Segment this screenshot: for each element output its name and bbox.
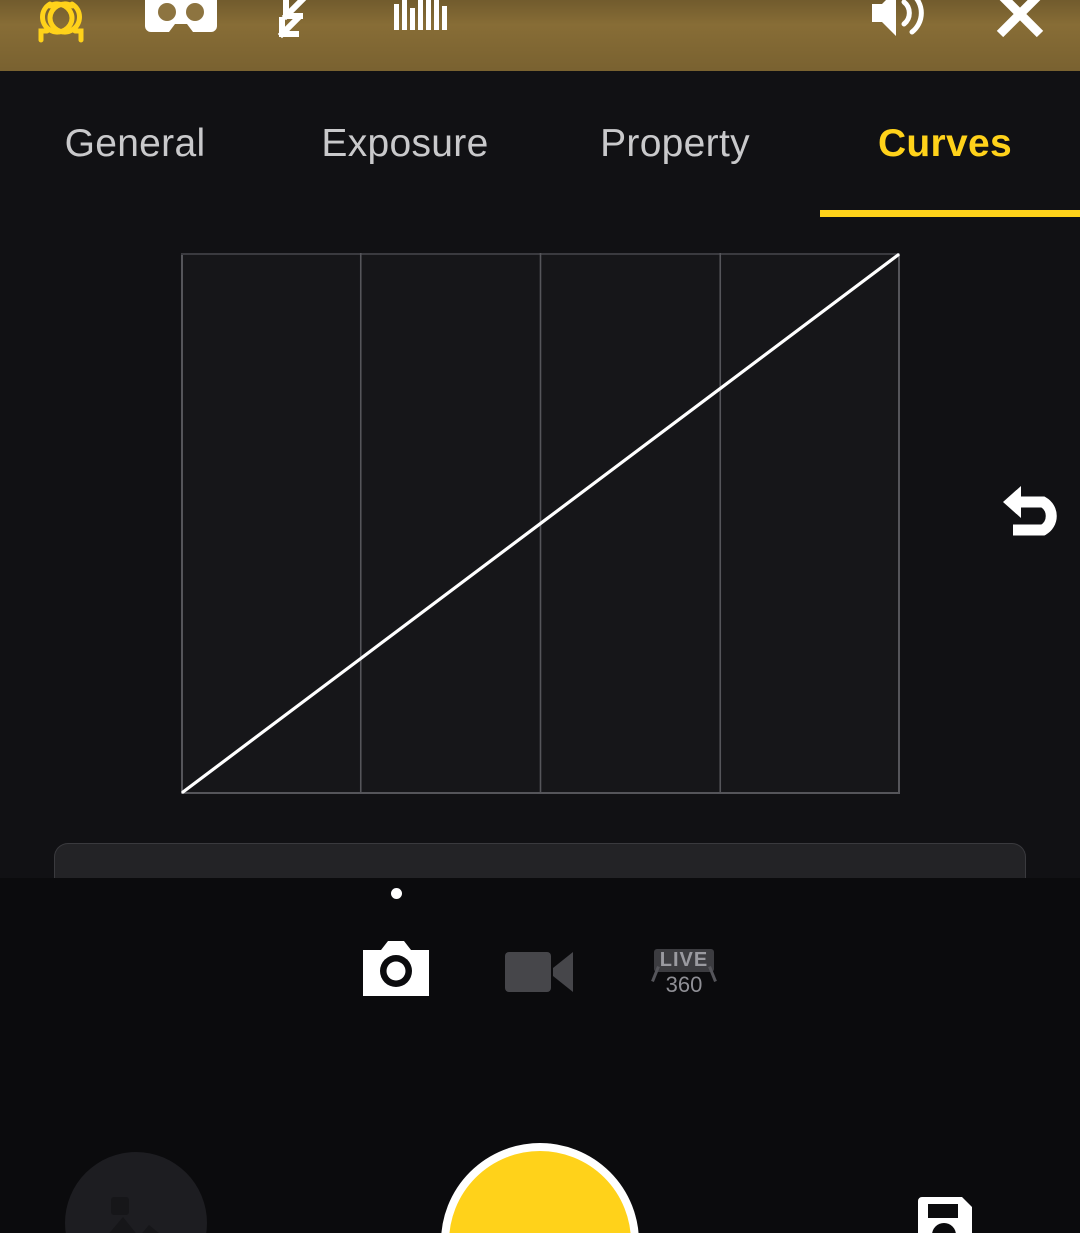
- mode-video-button[interactable]: [475, 886, 605, 996]
- vr-cardboard-icon[interactable]: [145, 0, 217, 44]
- camera-live-preview[interactable]: [0, 0, 1080, 71]
- capture-mode-selector: LIVE 360: [0, 878, 1080, 1000]
- camera-icon: [363, 941, 429, 996]
- shutter-button[interactable]: [441, 1143, 639, 1233]
- live-360-icon: LIVE 360: [653, 949, 715, 996]
- gallery-button[interactable]: [65, 1152, 207, 1233]
- live-360-sub-label: 360: [654, 974, 715, 996]
- preview-icon-row: [0, 0, 1080, 71]
- mode-live360-button[interactable]: LIVE 360: [619, 886, 749, 996]
- undo-icon: [1003, 486, 1057, 536]
- camcorder-icon: [505, 952, 573, 992]
- curve-grid[interactable]: [181, 253, 900, 794]
- volume-icon[interactable]: [866, 0, 934, 44]
- live-badge-label: LIVE: [653, 949, 715, 972]
- camera-app-screen: General Exposure Property Curves LIVE 36…: [0, 0, 1080, 1233]
- close-icon[interactable]: [990, 0, 1050, 44]
- tone-curve-editor: [0, 217, 1080, 1005]
- tab-property-label: Property: [600, 122, 750, 165]
- tab-general-label: General: [64, 122, 206, 165]
- floppy-disk-icon: [918, 1197, 972, 1233]
- image-icon: [109, 1197, 159, 1233]
- tab-exposure-label: Exposure: [321, 122, 489, 165]
- tab-property[interactable]: Property: [540, 71, 810, 217]
- adjustment-tabbar: General Exposure Property Curves: [0, 71, 1080, 217]
- tab-curves-label: Curves: [877, 122, 1013, 165]
- save-button[interactable]: [898, 1177, 992, 1233]
- tab-general[interactable]: General: [0, 71, 270, 217]
- camera-bottom-bar: LIVE 360: [0, 878, 1080, 1233]
- collapse-arrow-icon[interactable]: [262, 0, 322, 50]
- audio-levels-icon[interactable]: [392, 0, 452, 38]
- tab-curves[interactable]: Curves: [810, 71, 1080, 217]
- stitch-360-icon[interactable]: [26, 0, 96, 54]
- capture-controls: [0, 1000, 1080, 1233]
- tab-exposure[interactable]: Exposure: [270, 71, 540, 217]
- mode-photo-button[interactable]: [331, 886, 461, 996]
- undo-button[interactable]: [986, 459, 1080, 555]
- curve-plot[interactable]: [181, 253, 900, 794]
